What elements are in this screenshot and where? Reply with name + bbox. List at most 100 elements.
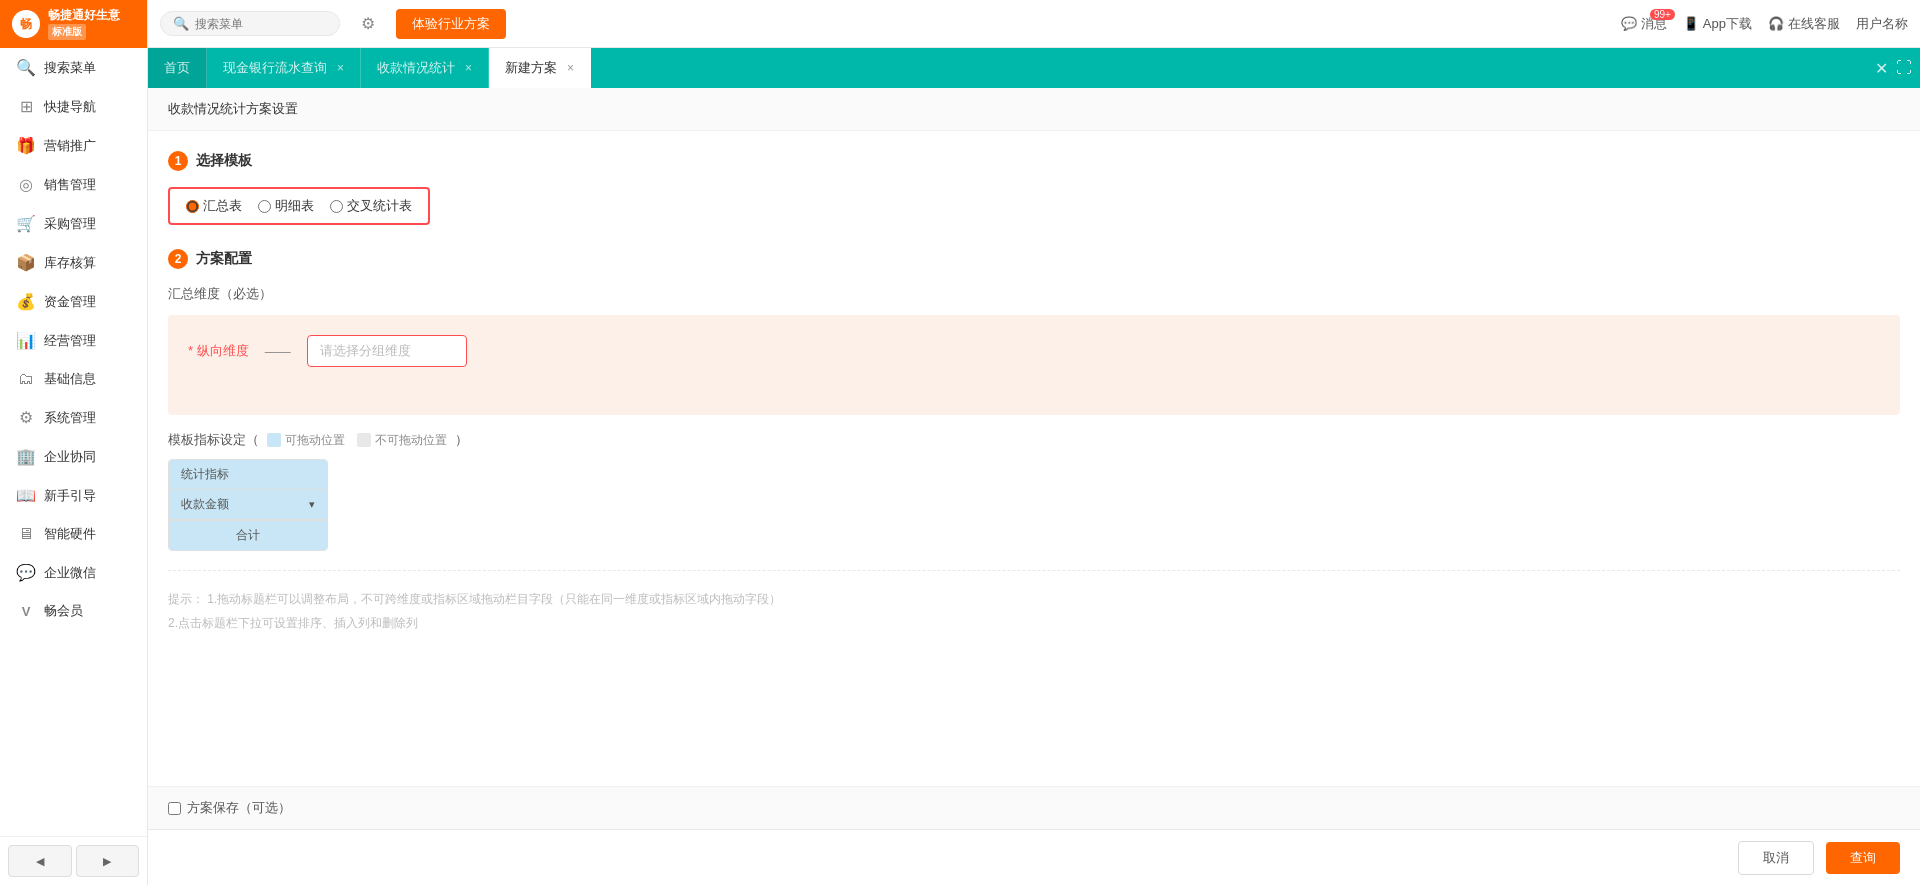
tab-new-plan-label: 新建方案 [505,59,557,77]
dimension-arrow: —— [265,344,291,359]
sidebar-item-system[interactable]: ⚙ 系统管理 [0,398,147,437]
page-title: 收款情况统计方案设置 [168,101,298,116]
purchase-icon: 🛒 [16,214,36,233]
content-area: 收款情况统计方案设置 1 选择模板 汇总表 [148,88,1920,829]
tab-close-btn[interactable]: ✕ [1875,59,1888,78]
section2-num: 2 [168,249,188,269]
radio-detail-input[interactable] [258,200,271,213]
tab-home-label: 首页 [164,59,190,77]
tab-new-plan[interactable]: 新建方案 × [489,48,591,88]
sidebar-label-guide: 新手引导 [44,487,96,505]
sidebar-label-purchase: 采购管理 [44,215,96,233]
dimension-input[interactable]: 请选择分组维度 [307,335,467,367]
tab-receipts-close[interactable]: × [465,61,472,75]
guide-icon: 📖 [16,486,36,505]
download-label: App下载 [1703,15,1752,33]
non-draggable-label: 不可拖动位置 [375,432,447,449]
section1-header: 1 选择模板 [168,151,1900,171]
sidebar-label-sales: 销售管理 [44,176,96,194]
sidebar-item-purchase[interactable]: 🛒 采购管理 [0,204,147,243]
settings-icon[interactable]: ⚙ [352,8,384,40]
trial-button[interactable]: 体验行业方案 [396,9,506,39]
topbar-right: 💬 消息 99+ 📱 App下载 🎧 在线客服 用户名称 [1621,15,1908,33]
tab-receipts[interactable]: 收款情况统计 × [361,48,489,88]
sidebar-item-search[interactable]: 🔍 搜索菜单 [0,48,147,87]
sidebar-item-sales[interactable]: ◎ 销售管理 [0,165,147,204]
section1-title: 选择模板 [196,152,252,170]
stats-col-header[interactable]: 收款金额 ▾ [169,490,327,520]
notification-button[interactable]: 💬 消息 99+ [1621,15,1667,33]
logo-icon: 畅 [12,10,40,38]
sidebar-item-nav[interactable]: ⊞ 快捷导航 [0,87,147,126]
search-input[interactable] [195,17,315,31]
search-icon: 🔍 [16,58,36,77]
tab-new-plan-close[interactable]: × [567,61,574,75]
radio-cross-label: 交叉统计表 [347,197,412,215]
draggable-box [267,433,281,447]
radio-detail[interactable]: 明细表 [258,197,314,215]
stats-header-label: 统计指标 [181,467,229,481]
main-area: 🔍 ⚙ 体验行业方案 💬 消息 99+ 📱 App下载 🎧 在线客服 用户名称 [148,0,1920,885]
non-draggable-box [357,433,371,447]
radio-cross[interactable]: 交叉统计表 [330,197,412,215]
sidebar-item-wechat[interactable]: 💬 企业微信 [0,553,147,592]
tips-line-1: 提示： 1.拖动标题栏可以调整布局，不可跨维度或指标区域拖动栏目字段（只能在同一… [168,587,1900,611]
edition-badge: 标准版 [48,24,86,40]
metric-settings: 模板指标设定（ 可拖动位置 不可拖动位置 [168,431,1900,554]
save-section: 方案保存（可选） [148,786,1920,829]
download-button[interactable]: 📱 App下载 [1683,15,1752,33]
service-button[interactable]: 🎧 在线客服 [1768,15,1840,33]
sidebar-item-operation[interactable]: 📊 经营管理 [0,321,147,360]
save-checkbox-input[interactable] [168,802,181,815]
topbar-search-box[interactable]: 🔍 [160,11,340,36]
logo-name: 畅捷通好生意 [48,8,120,22]
sidebar-item-guide[interactable]: 📖 新手引导 [0,476,147,515]
sidebar-label-company: 企业协同 [44,448,96,466]
sidebar-label-finance: 资金管理 [44,293,96,311]
sidebar-btn-left[interactable]: ◀ [8,845,72,877]
legend-non-draggable: 不可拖动位置 [357,432,447,449]
cancel-button[interactable]: 取消 [1738,841,1814,875]
operation-icon: 📊 [16,331,36,350]
query-button[interactable]: 查询 [1826,842,1900,874]
radio-summary-input[interactable] [186,200,199,213]
sidebar-item-inventory[interactable]: 📦 库存核算 [0,243,147,282]
sidebar-label-system: 系统管理 [44,409,96,427]
radio-summary[interactable]: 汇总表 [186,197,242,215]
sidebar-item-member[interactable]: V 畅会员 [0,592,147,630]
tab-bank[interactable]: 现金银行流水查询 × [207,48,361,88]
section2-title: 方案配置 [196,250,252,268]
tab-maximize-btn[interactable]: ⛶ [1896,59,1912,77]
sidebar-label-wechat: 企业微信 [44,564,96,582]
vertical-label: * 纵向维度 [188,342,249,360]
section-template: 1 选择模板 汇总表 明细表 [168,151,1900,225]
tab-receipts-label: 收款情况统计 [377,59,455,77]
save-checkbox-text: 方案保存（可选） [187,799,291,817]
sidebar-bottom: ◀ ▶ [0,836,147,885]
sidebar-item-finance[interactable]: 💰 资金管理 [0,282,147,321]
chevron-down-icon: ▾ [309,498,315,511]
sidebar-label-marketing: 营销推广 [44,137,96,155]
radio-cross-input[interactable] [330,200,343,213]
sidebar-item-company[interactable]: 🏢 企业协同 [0,437,147,476]
hardware-icon: 🖥 [16,525,36,543]
dimension-row: * 纵向维度 —— 请选择分组维度 [188,335,1880,367]
finance-icon: 💰 [16,292,36,311]
notification-badge: 99+ [1650,9,1675,20]
tab-bank-close[interactable]: × [337,61,344,75]
sidebar-item-hardware[interactable]: 🖥 智能硬件 [0,515,147,553]
save-checkbox-label[interactable]: 方案保存（可选） [168,799,291,817]
basic-icon: 🗂 [16,370,36,388]
sidebar-item-basic[interactable]: 🗂 基础信息 [0,360,147,398]
tab-home[interactable]: 首页 [148,48,207,88]
sidebar-label-member: 畅会员 [44,602,83,620]
user-name: 用户名称 [1856,15,1908,33]
tips-line-2: 2.点击标题栏下拉可设置排序、插入列和删除列 [168,611,1900,635]
sidebar-btn-right[interactable]: ▶ [76,845,140,877]
dimension-area: * 纵向维度 —— 请选择分组维度 [168,315,1900,415]
sidebar-item-marketing[interactable]: 🎁 营销推广 [0,126,147,165]
sidebar-label-inventory: 库存核算 [44,254,96,272]
metric-close-label: ） [455,431,468,449]
legend-draggable: 可拖动位置 [267,432,345,449]
nav-icon: ⊞ [16,97,36,116]
